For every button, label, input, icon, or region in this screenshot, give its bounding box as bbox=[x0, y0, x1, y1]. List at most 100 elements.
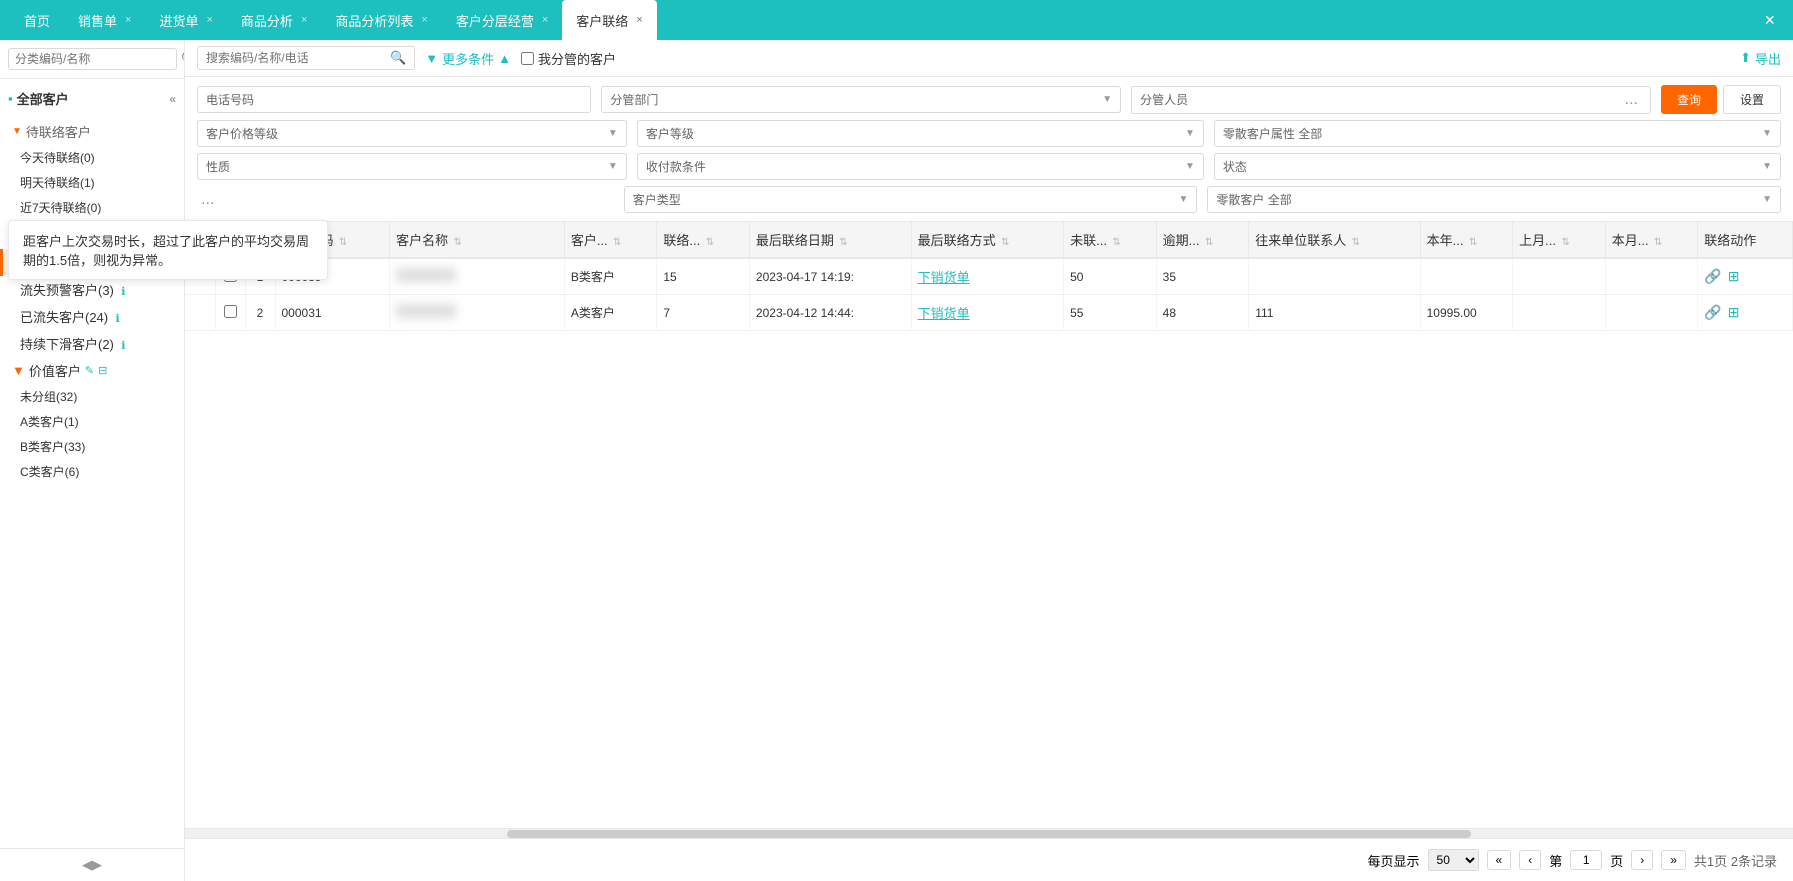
row2-grid-icon[interactable]: ⊞ bbox=[1728, 304, 1740, 321]
row4-dots[interactable]: ... bbox=[197, 191, 218, 209]
filter-search-icon[interactable]: 🔍 bbox=[390, 50, 406, 66]
nav-tab-home[interactable]: 首页 bbox=[10, 0, 64, 40]
row2-link-icon[interactable]: 🔗 bbox=[1704, 304, 1721, 321]
row1-this-year bbox=[1420, 258, 1513, 295]
close-analysis-list-tab[interactable]: × bbox=[421, 14, 427, 26]
close-purchase-tab[interactable]: × bbox=[206, 14, 212, 26]
price-grade-field[interactable]: 客户价格等级 ▼ bbox=[197, 120, 627, 147]
row1-grid-icon[interactable]: ⊞ bbox=[1728, 268, 1740, 285]
customer-type-field[interactable]: 客户类型 ▼ bbox=[624, 186, 1198, 213]
last-method-col-header[interactable]: 最后联络方式 ⇅ bbox=[911, 222, 1063, 258]
sidebar-item-c-class[interactable]: C类客户(6) bbox=[0, 459, 184, 484]
first-page-button[interactable]: « bbox=[1487, 850, 1512, 870]
sidebar-item-loss-warning[interactable]: 流失预警客户(3) ℹ bbox=[0, 276, 184, 303]
sidebar-left-arrow[interactable]: ◀ bbox=[82, 857, 92, 873]
total-label: 共1页 2条记录 bbox=[1694, 851, 1777, 870]
manager-dots[interactable]: ... bbox=[1621, 91, 1642, 109]
contact-col-header[interactable]: 联络... ⇅ bbox=[657, 222, 750, 258]
close-customer-layer-tab[interactable]: × bbox=[542, 14, 548, 26]
adv-filter-row2: 客户价格等级 ▼ 客户等级 ▼ 零散客户属性 全部 ▼ bbox=[197, 120, 1781, 147]
adv-filter-row3: 性质 ▼ 收付款条件 ▼ 状态 ▼ bbox=[197, 153, 1781, 180]
query-button[interactable]: 查询 bbox=[1661, 85, 1717, 114]
sidebar-bottom-nav[interactable]: ◀ ▶ bbox=[0, 853, 184, 877]
last-month-col-header[interactable]: 上月... ⇅ bbox=[1513, 222, 1606, 258]
dept-field[interactable]: 分管部门 ▼ bbox=[601, 86, 1121, 113]
sidebar-collapse-btn[interactable]: « bbox=[169, 92, 176, 106]
nature-field[interactable]: 性质 ▼ bbox=[197, 153, 627, 180]
sidebar-item-b-class[interactable]: B类客户(33) bbox=[0, 434, 184, 459]
value-customer-edit-icon[interactable]: ✎ bbox=[85, 364, 94, 377]
row4-left: ... bbox=[197, 191, 614, 209]
sidebar-all-customers[interactable]: ▪ 全部客户 « bbox=[0, 83, 184, 114]
sidebar-item-7days[interactable]: 近7天待联络(0) bbox=[0, 195, 184, 220]
sidebar-item-today[interactable]: 今天待联络(0) bbox=[0, 145, 184, 170]
row2-code[interactable]: 000031 bbox=[275, 295, 390, 331]
more-conditions-btn[interactable]: ▼ 更多条件 ▲ bbox=[425, 49, 511, 68]
pending-contact-label[interactable]: ▼ 待联络客户 bbox=[0, 118, 184, 145]
value-customer-settings-icon[interactable]: ⊟ bbox=[98, 364, 107, 377]
type-sort-icon: ⇅ bbox=[613, 237, 621, 248]
last-date-col-header[interactable]: 最后联络日期 ⇅ bbox=[749, 222, 911, 258]
name-col-header[interactable]: 客户名称 ⇅ bbox=[390, 222, 565, 258]
sidebar-search-input[interactable] bbox=[8, 48, 177, 70]
row2-type: A类客户 bbox=[564, 295, 657, 331]
action-col-header: 联络动作 bbox=[1698, 222, 1793, 258]
filter-search-input[interactable] bbox=[206, 51, 386, 65]
adv-filter-row4: ... 客户类型 ▼ 零散客户 全部 ▼ bbox=[197, 186, 1781, 213]
row1-last-method[interactable]: 下销货单 bbox=[911, 258, 1063, 295]
type-col-header[interactable]: 客户... ⇅ bbox=[564, 222, 657, 258]
close-customer-contact-tab[interactable]: × bbox=[636, 14, 642, 26]
info-icon-1: ℹ bbox=[121, 286, 125, 298]
nav-tab-sales[interactable]: 销售单 × bbox=[64, 0, 145, 40]
nav-tab-analysis[interactable]: 商品分析 × bbox=[227, 0, 321, 40]
setting-button[interactable]: 设置 bbox=[1723, 85, 1781, 114]
nature-dropdown-icon: ▼ bbox=[608, 161, 618, 172]
scrollbar-thumb[interactable] bbox=[507, 830, 1472, 838]
close-sales-tab[interactable]: × bbox=[125, 14, 131, 26]
sidebar-search-area: 🔍 bbox=[0, 40, 184, 79]
row2-checkbox[interactable] bbox=[215, 295, 245, 331]
sidebar-item-a-class[interactable]: A类客户(1) bbox=[0, 409, 184, 434]
row2-last-method[interactable]: 下销货单 bbox=[911, 295, 1063, 331]
status-field[interactable]: 状态 ▼ bbox=[1214, 153, 1781, 180]
sidebar-item-lost[interactable]: 已流失客户(24) ℹ bbox=[0, 303, 184, 330]
close-analysis-tab[interactable]: × bbox=[301, 14, 307, 26]
retail-customer-field[interactable]: 零散客户 全部 ▼ bbox=[1207, 186, 1781, 213]
payment-field[interactable]: 收付款条件 ▼ bbox=[637, 153, 1204, 180]
nav-tab-analysis-list[interactable]: 商品分析列表 × bbox=[321, 0, 441, 40]
my-customers-checkbox[interactable] bbox=[521, 52, 534, 65]
export-button[interactable]: ⬆ 导出 bbox=[1740, 49, 1781, 68]
window-close-button[interactable]: × bbox=[1756, 10, 1783, 31]
prev-page-button[interactable]: ‹ bbox=[1519, 850, 1541, 870]
nav-tab-purchase[interactable]: 进货单 × bbox=[145, 0, 226, 40]
table-header-row: ⚙ 客户编码 ⇅ 客户名称 ⇅ bbox=[185, 222, 1793, 258]
sidebar-item-tomorrow[interactable]: 明天待联络(1) bbox=[0, 170, 184, 195]
horizontal-scrollbar[interactable] bbox=[185, 828, 1793, 838]
per-page-select[interactable]: 50 100 bbox=[1428, 849, 1479, 871]
name-sort-icon: ⇅ bbox=[454, 237, 462, 248]
sidebar-right-arrow[interactable]: ▶ bbox=[92, 857, 102, 873]
nav-tab-customer-layer[interactable]: 客户分层经营 × bbox=[442, 0, 562, 40]
customer-grade-field[interactable]: 客户等级 ▼ bbox=[637, 120, 1204, 147]
retail-attr-field[interactable]: 零散客户属性 全部 ▼ bbox=[1214, 120, 1781, 147]
phone-field[interactable]: 电话号码 bbox=[197, 86, 591, 113]
last-page-button[interactable]: » bbox=[1661, 850, 1686, 870]
overdue-col-header[interactable]: 逾期... ⇅ bbox=[1156, 222, 1249, 258]
not-contact-col-header[interactable]: 未联... ⇅ bbox=[1064, 222, 1157, 258]
this-year-col-header[interactable]: 本年... ⇅ bbox=[1420, 222, 1513, 258]
page-input[interactable] bbox=[1570, 850, 1602, 870]
price-grade-dropdown-icon: ▼ bbox=[608, 128, 618, 139]
row1-name[interactable] bbox=[390, 258, 565, 295]
manager-field[interactable]: 分管人员 ... bbox=[1131, 86, 1651, 114]
nav-tab-customer-contact[interactable]: 客户联络 × bbox=[562, 0, 656, 40]
row2-name[interactable] bbox=[390, 295, 565, 331]
row1-overdue: 35 bbox=[1156, 258, 1249, 295]
unit-contact-col-header[interactable]: 往来单位联系人 ⇅ bbox=[1249, 222, 1420, 258]
row1-link-icon[interactable]: 🔗 bbox=[1704, 268, 1721, 285]
filter-buttons: 查询 设置 bbox=[1661, 85, 1781, 114]
next-page-button[interactable]: › bbox=[1631, 850, 1653, 870]
this-month-col-header[interactable]: 本月... ⇅ bbox=[1605, 222, 1698, 258]
row2-last-month bbox=[1513, 295, 1606, 331]
sidebar-item-ungrouped[interactable]: 未分组(32) bbox=[0, 384, 184, 409]
sidebar-item-declining[interactable]: 持续下滑客户(2) ℹ bbox=[0, 330, 184, 357]
